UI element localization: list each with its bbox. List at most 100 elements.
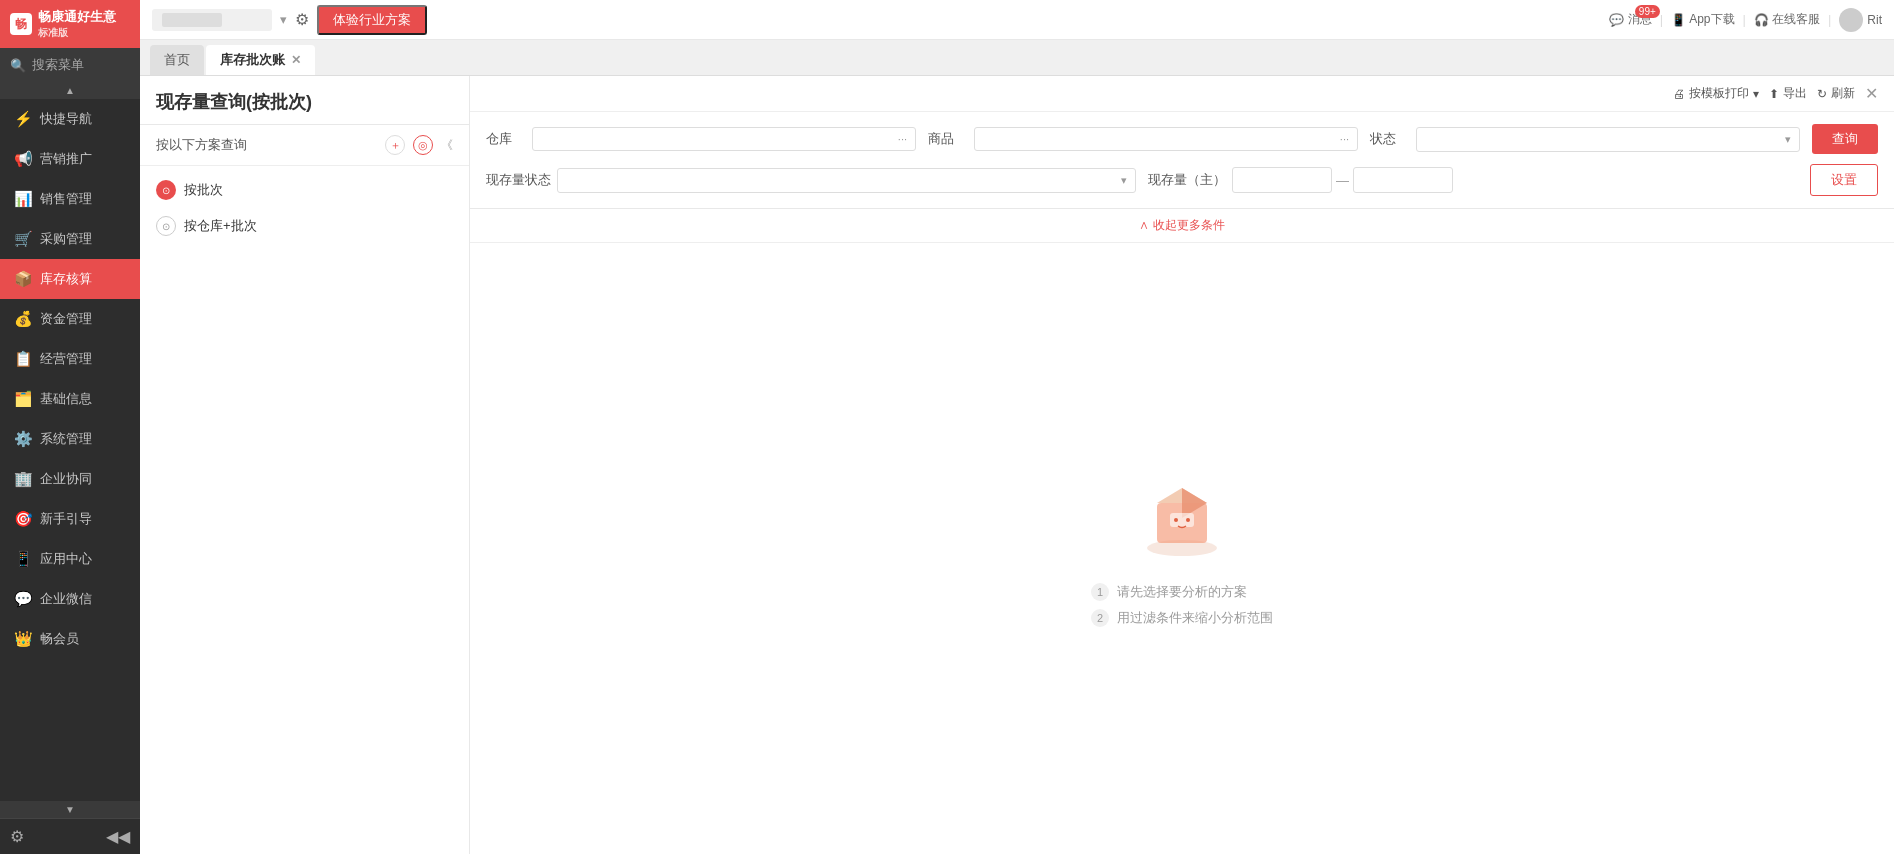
status-label: 状态 xyxy=(1370,130,1410,148)
sol-icon-warehouse_batch: ⊙ xyxy=(156,216,176,236)
empty-svg xyxy=(1132,463,1232,563)
user-menu[interactable]: Rit xyxy=(1839,8,1882,32)
sidebar-icon-finance: 💰 xyxy=(14,310,32,328)
main-area: ▾ ⚙ 体验行业方案 💬 消息 99+ | 📱 App下载 | 🎧 在线客服 |… xyxy=(140,0,1894,854)
sidebar-search[interactable]: 🔍 搜索菜单 xyxy=(0,48,140,82)
app-download-button[interactable]: 📱 App下载 xyxy=(1671,11,1734,28)
sidebar-item-operation[interactable]: 📋 经营管理 xyxy=(0,339,140,379)
phone-icon: 📱 xyxy=(1671,13,1686,27)
tab-home[interactable]: 首页 xyxy=(150,45,204,75)
query-button[interactable]: 查询 xyxy=(1812,124,1878,154)
solution-item-warehouse_batch[interactable]: ⊙ 按仓库+批次 xyxy=(140,208,469,244)
collapse-more-button[interactable]: ∧ 收起更多条件 xyxy=(470,209,1894,243)
sol-icon-batch: ⊙ xyxy=(156,180,176,200)
stock-status-select[interactable]: ▾ xyxy=(557,168,1136,193)
filter-icons: ＋ ◎ 《 xyxy=(385,135,453,155)
sidebar-item-marketing[interactable]: 📢 营销推广 xyxy=(0,139,140,179)
scroll-up-button[interactable]: ▲ xyxy=(0,82,140,99)
sidebar-icon-operation: 📋 xyxy=(14,350,32,368)
sidebar-item-wechat[interactable]: 💬 企业微信 xyxy=(0,579,140,619)
user-name: Rit xyxy=(1867,13,1882,27)
sidebar-icon-enterprise: 🏢 xyxy=(14,470,32,488)
sidebar-settings-icon[interactable]: ⚙ xyxy=(10,827,24,846)
svg-rect-4 xyxy=(1170,513,1194,527)
app-logo: 畅 xyxy=(10,13,32,35)
stock-status-arrow-icon: ▾ xyxy=(1121,174,1127,187)
sidebar-item-inventory[interactable]: 📦 库存核算 xyxy=(0,259,140,299)
sidebar-item-purchase[interactable]: 🛒 采购管理 xyxy=(0,219,140,259)
stock-qty-max-input[interactable] xyxy=(1353,167,1453,193)
sidebar-icon-wechat: 💬 xyxy=(14,590,32,608)
sidebar-icon-marketing: 📢 xyxy=(14,150,32,168)
filter-section: 按以下方案查询 ＋ ◎ 《 xyxy=(140,125,469,166)
warehouse-input[interactable]: ··· xyxy=(532,127,916,151)
scroll-down-button[interactable]: ▼ xyxy=(0,801,140,818)
close-panel-icon[interactable]: ✕ xyxy=(1865,84,1878,103)
sidebar-label-wechat: 企业微信 xyxy=(40,590,92,608)
export-label: 导出 xyxy=(1783,85,1807,102)
filter-row-2: 现存量状态 ▾ 现存量（主） — 设置 xyxy=(486,164,1878,196)
sidebar-icon-purchase: 🛒 xyxy=(14,230,32,248)
tab-close-batch[interactable]: ✕ xyxy=(291,53,301,67)
solution-item-batch[interactable]: ⊙ 按批次 xyxy=(140,172,469,208)
sidebar-item-shortcut[interactable]: ⚡ 快捷导航 xyxy=(0,99,140,139)
topbar-search-box[interactable] xyxy=(152,9,272,31)
tab-batch[interactable]: 库存批次账 ✕ xyxy=(206,45,315,75)
print-icon: 🖨 xyxy=(1673,87,1685,101)
message-icon: 💬 xyxy=(1609,13,1624,27)
goods-input[interactable]: ··· xyxy=(974,127,1358,151)
sidebar-label-finance: 资金管理 xyxy=(40,310,92,328)
sidebar-item-enterprise[interactable]: 🏢 企业协同 xyxy=(0,459,140,499)
target-filter-button[interactable]: ◎ xyxy=(413,135,433,155)
stock-qty-range: — xyxy=(1232,167,1453,193)
refresh-button[interactable]: ↻ 刷新 xyxy=(1817,85,1855,102)
step-2-label: 用过滤条件来缩小分析范围 xyxy=(1117,609,1273,627)
tab-label-batch: 库存批次账 xyxy=(220,51,285,69)
sidebar-item-newbie[interactable]: 🎯 新手引导 xyxy=(0,499,140,539)
sidebar-label-basic: 基础信息 xyxy=(40,390,92,408)
online-label: 在线客服 xyxy=(1772,11,1820,28)
topbar-settings-icon[interactable]: ⚙ xyxy=(295,10,309,29)
sidebar-item-appcenter[interactable]: 📱 应用中心 xyxy=(0,539,140,579)
status-select[interactable]: ▾ xyxy=(1416,127,1800,152)
content-area: 现存量查询(按批次) 按以下方案查询 ＋ ◎ 《 ⊙ 按批次 ⊙ 按仓库+批次 xyxy=(140,76,1894,854)
svg-point-5 xyxy=(1174,518,1178,522)
sidebar-item-basic[interactable]: 🗂️ 基础信息 xyxy=(0,379,140,419)
tab-label-home: 首页 xyxy=(164,51,190,69)
sidebar-icon-sales: 📊 xyxy=(14,190,32,208)
empty-illustration xyxy=(1132,463,1232,563)
add-filter-button[interactable]: ＋ xyxy=(385,135,405,155)
status-filter-group: 状态 ▾ xyxy=(1370,127,1800,152)
stock-status-filter-group: 现存量状态 ▾ xyxy=(486,168,1136,193)
message-button[interactable]: 💬 消息 99+ xyxy=(1609,11,1652,28)
app-title: 畅康通好生意 xyxy=(38,8,116,26)
divider2: | xyxy=(1743,12,1746,27)
warehouse-filter-group: 仓库 ··· xyxy=(486,127,916,151)
sidebar-label-operation: 经营管理 xyxy=(40,350,92,368)
stock-qty-label: 现存量（主） xyxy=(1148,171,1226,189)
sidebar-label-marketing: 营销推广 xyxy=(40,150,92,168)
stock-qty-min-input[interactable] xyxy=(1232,167,1332,193)
sidebar-icon-appcenter: 📱 xyxy=(14,550,32,568)
sidebar-footer: ⚙ ◀◀ xyxy=(0,818,140,854)
online-service-button[interactable]: 🎧 在线客服 xyxy=(1754,11,1820,28)
solution-list: ⊙ 按批次 ⊙ 按仓库+批次 xyxy=(140,166,469,250)
trial-button[interactable]: 体验行业方案 xyxy=(317,5,427,35)
topbar-arrow-icon[interactable]: ▾ xyxy=(280,12,287,27)
sidebar-collapse-icon[interactable]: ◀◀ xyxy=(106,827,130,846)
sidebar-item-sales[interactable]: 📊 销售管理 xyxy=(0,179,140,219)
warehouse-more-icon: ··· xyxy=(898,133,907,145)
range-dash: — xyxy=(1336,173,1349,188)
warehouse-label: 仓库 xyxy=(486,130,526,148)
sidebar-item-finance[interactable]: 💰 资金管理 xyxy=(0,299,140,339)
action-toolbar: 🖨 按模板打印 ▾ ⬆ 导出 ↻ 刷新 ✕ xyxy=(470,76,1894,112)
sidebar-item-vip[interactable]: 👑 畅会员 xyxy=(0,619,140,659)
divider1: | xyxy=(1660,12,1663,27)
tabbar: 首页 库存批次账 ✕ xyxy=(140,40,1894,76)
settings-button[interactable]: 设置 xyxy=(1810,164,1878,196)
sidebar-item-system[interactable]: ⚙️ 系统管理 xyxy=(0,419,140,459)
print-button[interactable]: 🖨 按模板打印 ▾ xyxy=(1673,85,1759,102)
sidebar-label-newbie: 新手引导 xyxy=(40,510,92,528)
filter-collapse-icon[interactable]: 《 xyxy=(441,137,453,154)
export-button[interactable]: ⬆ 导出 xyxy=(1769,85,1807,102)
